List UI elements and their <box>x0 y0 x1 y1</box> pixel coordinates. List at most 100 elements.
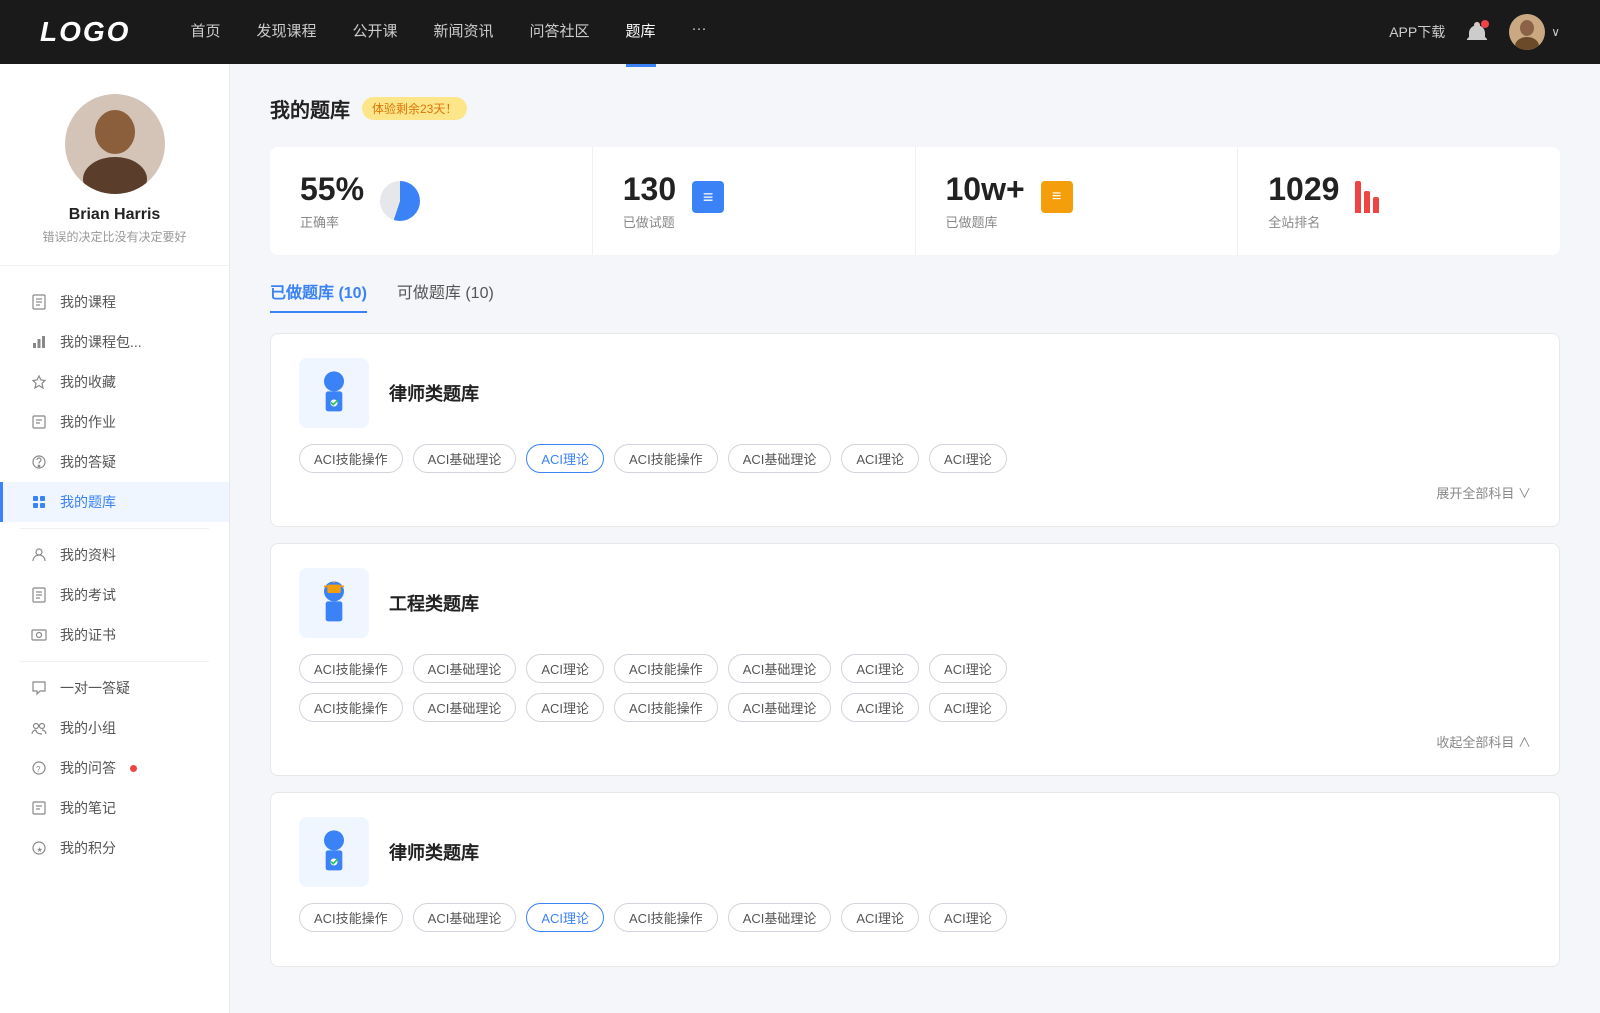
qbank-card-1: 工程类题库 ACI技能操作 ACI基础理论 ACI理论 ACI技能操作 ACI基… <box>270 543 1560 776</box>
nav-menu: 首页 发现课程 公开课 新闻资讯 问答社区 题库 ··· <box>190 20 1389 45</box>
stats-row: 55% 正确率 130 已做试题 ≡ 10w+ 已做题库 <box>270 147 1560 255</box>
menu-divider-1 <box>20 528 209 529</box>
tag-1-0[interactable]: ACI技能操作 <box>299 654 403 683</box>
nav-more[interactable]: ··· <box>692 20 707 45</box>
tab-available-banks[interactable]: 可做题库 (10) <box>397 279 494 313</box>
tag-1-11[interactable]: ACI基础理论 <box>728 693 832 722</box>
qbank-card-0: 律师类题库 ACI技能操作 ACI基础理论 ACI理论 ACI技能操作 ACI基… <box>270 333 1560 527</box>
qbank-header-2: 律师类题库 <box>299 817 1531 887</box>
qbank-tags-0: ACI技能操作 ACI基础理论 ACI理论 ACI技能操作 ACI基础理论 AC… <box>299 444 1531 473</box>
tag-1-10[interactable]: ACI技能操作 <box>614 693 718 722</box>
qbank-name-1: 工程类题库 <box>389 590 479 616</box>
nav-home[interactable]: 首页 <box>190 20 220 45</box>
stat-ranking: 1029 全站排名 <box>1238 147 1560 255</box>
navbar-right: APP下载 ∨ <box>1389 14 1560 50</box>
page-header: 我的题库 体验剩余23天！ <box>270 94 1560 123</box>
qbank-tags-1-row1: ACI技能操作 ACI基础理论 ACI理论 ACI技能操作 ACI基础理论 AC… <box>299 654 1531 683</box>
qbank-header-0: 律师类题库 <box>299 358 1531 428</box>
tag-1-8[interactable]: ACI基础理论 <box>413 693 517 722</box>
sidebar-item-profile[interactable]: 我的资料 <box>0 535 229 575</box>
tag-1-13[interactable]: ACI理论 <box>929 693 1007 722</box>
svg-text:?: ? <box>36 765 41 774</box>
star-icon <box>30 373 48 391</box>
tag-1-3[interactable]: ACI技能操作 <box>614 654 718 683</box>
tag-2-3[interactable]: ACI技能操作 <box>614 903 718 932</box>
nav-discover[interactable]: 发现课程 <box>256 20 316 45</box>
people-icon <box>30 546 48 564</box>
tag-1-9[interactable]: ACI理论 <box>526 693 604 722</box>
sidebar-item-exams[interactable]: 我的考试 <box>0 575 229 615</box>
profile-name: Brian Harris <box>69 206 161 224</box>
qbank-tags-1-row2: ACI技能操作 ACI基础理论 ACI理论 ACI技能操作 ACI基础理论 AC… <box>299 693 1531 722</box>
tag-2-5[interactable]: ACI理论 <box>841 903 919 932</box>
point-icon: ★ <box>30 839 48 857</box>
qbank-name-2: 律师类题库 <box>389 839 479 865</box>
stat-done-questions: 130 已做试题 ≡ <box>593 147 916 255</box>
page-title: 我的题库 <box>270 94 350 123</box>
tag-1-4[interactable]: ACI基础理论 <box>728 654 832 683</box>
sidebar-item-course-package[interactable]: 我的课程包... <box>0 322 229 362</box>
sidebar-item-my-qa[interactable]: ? 我的问答 <box>0 748 229 788</box>
sidebar: Brian Harris 错误的决定比没有决定要好 我的课程 我的课程包... <box>0 64 230 1013</box>
doc-blue-icon: ≡ <box>692 181 732 221</box>
expand-button-0[interactable]: 展开全部科目 ∨ <box>299 483 1531 502</box>
qbank-card-2: 律师类题库 ACI技能操作 ACI基础理论 ACI理论 ACI技能操作 ACI基… <box>270 792 1560 967</box>
tab-done-banks[interactable]: 已做题库 (10) <box>270 279 367 313</box>
tag-0-0[interactable]: ACI技能操作 <box>299 444 403 473</box>
tag-1-12[interactable]: ACI理论 <box>841 693 919 722</box>
menu-divider-2 <box>20 661 209 662</box>
tag-2-2[interactable]: ACI理论 <box>526 903 604 932</box>
qbank-header-1: 工程类题库 <box>299 568 1531 638</box>
tag-1-5[interactable]: ACI理论 <box>841 654 919 683</box>
tag-2-4[interactable]: ACI基础理论 <box>728 903 832 932</box>
file-icon <box>30 293 48 311</box>
sidebar-item-my-courses[interactable]: 我的课程 <box>0 282 229 322</box>
nav-qbank[interactable]: 题库 <box>626 20 656 45</box>
tag-0-1[interactable]: ACI基础理论 <box>413 444 517 473</box>
chat-icon <box>30 679 48 697</box>
nav-opencourse[interactable]: 公开课 <box>352 20 397 45</box>
stat-done-banks: 10w+ 已做题库 ≡ <box>916 147 1239 255</box>
stat-done-questions-value: 130 <box>623 171 676 208</box>
nav-news[interactable]: 新闻资讯 <box>434 20 494 45</box>
stat-done-banks-value: 10w+ <box>946 171 1025 208</box>
user-avatar-wrapper[interactable]: ∨ <box>1509 14 1560 50</box>
tag-0-2[interactable]: ACI理论 <box>526 444 604 473</box>
sidebar-item-points[interactable]: ★ 我的积分 <box>0 828 229 868</box>
tag-0-4[interactable]: ACI基础理论 <box>728 444 832 473</box>
tag-1-2[interactable]: ACI理论 <box>526 654 604 683</box>
tag-1-7[interactable]: ACI技能操作 <box>299 693 403 722</box>
stat-accuracy: 55% 正确率 <box>270 147 593 255</box>
sidebar-item-groups[interactable]: 我的小组 <box>0 708 229 748</box>
stat-accuracy-value: 55% <box>300 171 364 208</box>
qbank-tags-2: ACI技能操作 ACI基础理论 ACI理论 ACI技能操作 ACI基础理论 AC… <box>299 903 1531 932</box>
profile-avatar <box>65 94 165 194</box>
profile-bio: 错误的决定比没有决定要好 <box>42 228 186 245</box>
notification-bell[interactable] <box>1465 20 1489 44</box>
user-profile: Brian Harris 错误的决定比没有决定要好 <box>0 94 229 266</box>
qbank-icon-lawyer-2 <box>299 817 369 887</box>
trial-badge: 体验剩余23天！ <box>362 97 467 120</box>
exam-icon <box>30 586 48 604</box>
sidebar-item-certs[interactable]: 我的证书 <box>0 615 229 655</box>
tag-0-6[interactable]: ACI理论 <box>929 444 1007 473</box>
stat-ranking-label: 全站排名 <box>1268 212 1339 231</box>
collapse-button-1[interactable]: 收起全部科目 ∧ <box>299 732 1531 751</box>
tag-2-0[interactable]: ACI技能操作 <box>299 903 403 932</box>
sidebar-item-notes[interactable]: 我的笔记 <box>0 788 229 828</box>
sidebar-item-qbank[interactable]: 我的题库 <box>0 482 229 522</box>
sidebar-item-favorites[interactable]: 我的收藏 <box>0 362 229 402</box>
edit-icon <box>30 413 48 431</box>
sidebar-item-homework[interactable]: 我的作业 <box>0 402 229 442</box>
sidebar-item-1on1[interactable]: 一对一答疑 <box>0 668 229 708</box>
nav-qa[interactable]: 问答社区 <box>530 20 590 45</box>
tag-2-1[interactable]: ACI基础理论 <box>413 903 517 932</box>
tag-0-3[interactable]: ACI技能操作 <box>614 444 718 473</box>
logo: LOGO <box>40 16 130 48</box>
tag-2-6[interactable]: ACI理论 <box>929 903 1007 932</box>
tag-0-5[interactable]: ACI理论 <box>841 444 919 473</box>
tag-1-1[interactable]: ACI基础理论 <box>413 654 517 683</box>
app-download-button[interactable]: APP下载 <box>1389 22 1445 42</box>
sidebar-item-questions[interactable]: 我的答疑 <box>0 442 229 482</box>
tag-1-6[interactable]: ACI理论 <box>929 654 1007 683</box>
